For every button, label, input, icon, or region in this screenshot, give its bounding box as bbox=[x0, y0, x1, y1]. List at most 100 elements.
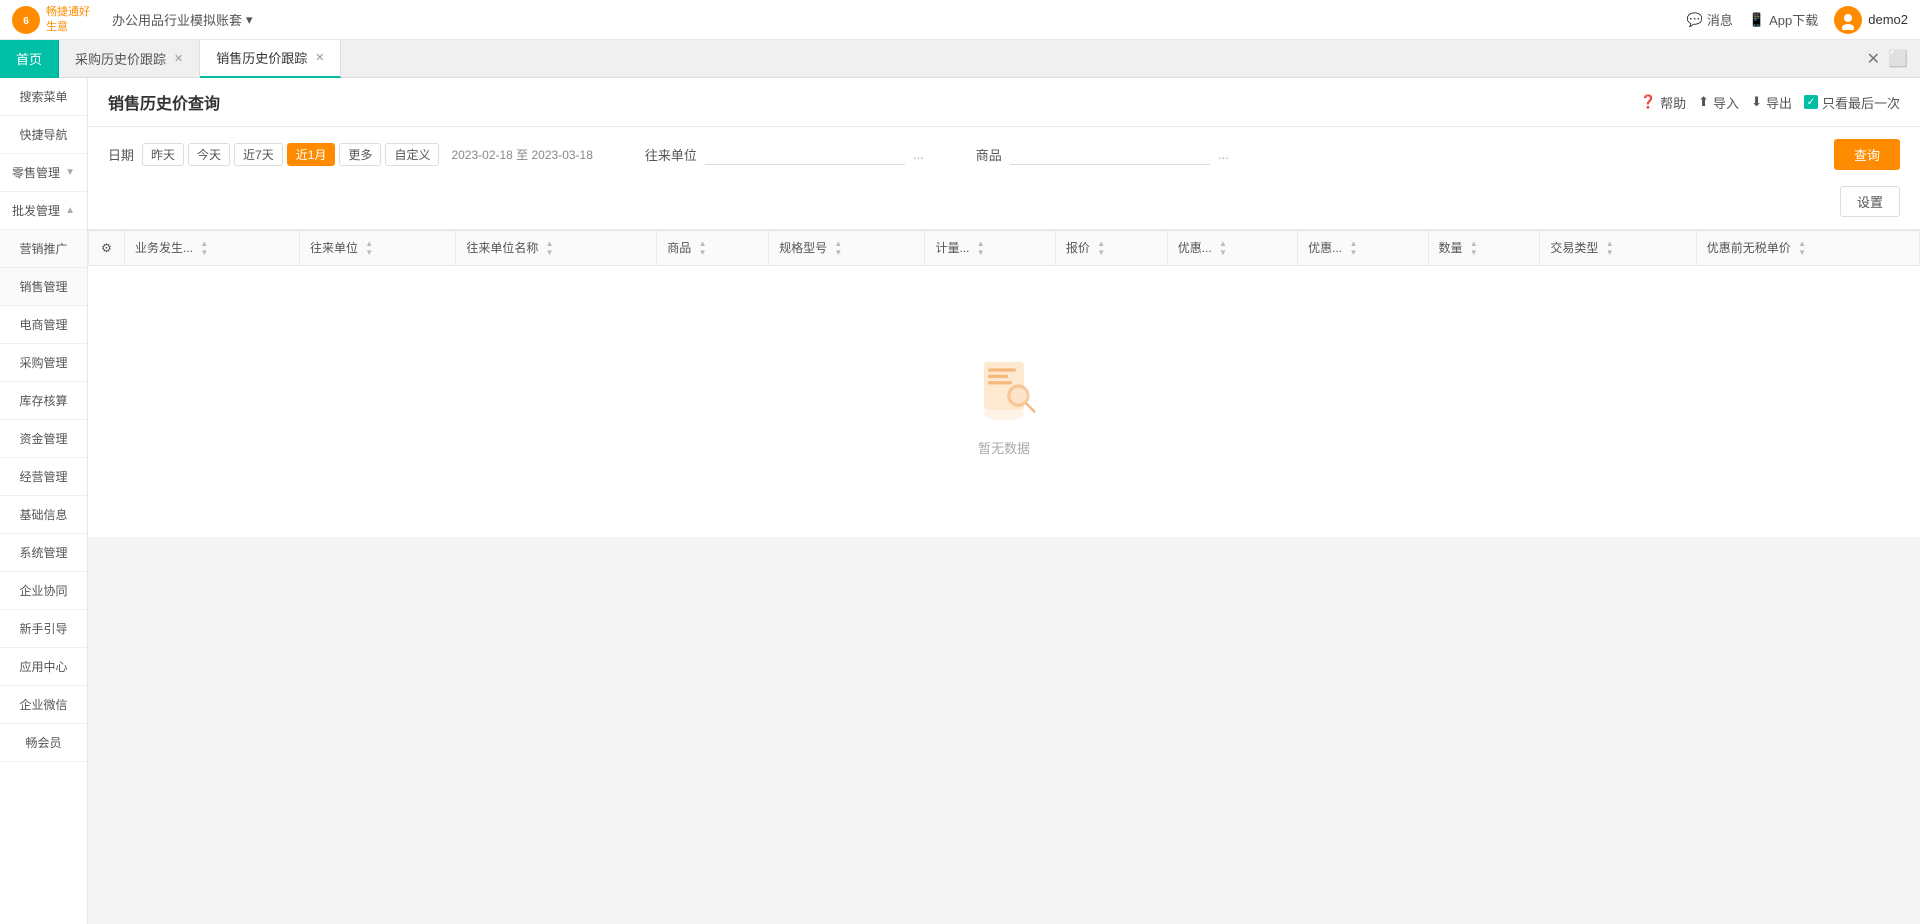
date-btn-custom[interactable]: 自定义 bbox=[385, 143, 439, 166]
sidebar-item-finance[interactable]: 资金管理 bbox=[0, 420, 87, 458]
sort-arrows-unit: ▲▼ bbox=[977, 240, 985, 257]
goods-dots[interactable]: ... bbox=[1218, 147, 1229, 162]
app-selector[interactable]: 办公用品行业模拟账套 ▾ bbox=[104, 10, 261, 29]
tab-sales[interactable]: 销售历史价跟踪 ✕ bbox=[200, 40, 341, 78]
close-tab-button[interactable]: ✕ bbox=[1867, 49, 1880, 69]
table-header-discount1[interactable]: 优惠... ▲▼ bbox=[1167, 231, 1297, 266]
table-header-partner-name[interactable]: 往来单位名称 ▲▼ bbox=[456, 231, 657, 266]
search-menu-label: 搜索菜单 bbox=[19, 88, 67, 105]
export-button[interactable]: ⬇ 导出 bbox=[1751, 93, 1792, 112]
purchase-mgmt-label: 采购管理 bbox=[19, 354, 67, 371]
sidebar-item-enterprise[interactable]: 企业协同 bbox=[0, 572, 87, 610]
user-area[interactable]: demo2 bbox=[1834, 6, 1908, 34]
query-button[interactable]: 查询 bbox=[1834, 139, 1900, 170]
date-btn-today[interactable]: 今天 bbox=[188, 143, 230, 166]
ecommerce-label: 电商管理 bbox=[19, 316, 67, 333]
goods-input[interactable] bbox=[1010, 145, 1210, 165]
home-label: 首页 bbox=[16, 49, 42, 68]
app-name: 办公用品行业模拟账套 bbox=[112, 10, 242, 29]
sidebar-item-retail[interactable]: 零售管理 ▼ bbox=[0, 154, 87, 192]
goods-filter: 商品 ... bbox=[976, 145, 1229, 165]
content-area: 销售历史价查询 ❓ 帮助 ⬆ 导入 ⬇ 导出 ✓ 只看最后一次 bbox=[88, 78, 1920, 924]
sidebar-item-ecommerce[interactable]: 电商管理 bbox=[0, 306, 87, 344]
filter-area: 日期 昨天 今天 近7天 近1月 更多 自定义 2023-02-18 至 202… bbox=[88, 127, 1920, 230]
app-download-button[interactable]: 📱 App下载 bbox=[1749, 10, 1818, 29]
table-header-unit[interactable]: 计量... ▲▼ bbox=[925, 231, 1055, 266]
tab-bar: 首页 采购历史价跟踪 ✕ 销售历史价跟踪 ✕ ✕ ⬜ bbox=[0, 40, 1920, 78]
table-header-settings[interactable]: ⚙ bbox=[89, 231, 125, 266]
finance-label: 资金管理 bbox=[19, 430, 67, 447]
sort-arrows-partner-name: ▲▼ bbox=[546, 240, 554, 257]
sidebar-item-quicknav[interactable]: 快捷导航 bbox=[0, 116, 87, 154]
wholesale-arrow-icon: ▲ bbox=[65, 205, 75, 216]
table-header-trade-type[interactable]: 交易类型 ▲▼ bbox=[1540, 231, 1696, 266]
user-name: demo2 bbox=[1868, 12, 1908, 27]
partner-dots[interactable]: ... bbox=[913, 147, 924, 162]
date-btn-more[interactable]: 更多 bbox=[339, 143, 381, 166]
retail-arrow-icon: ▼ bbox=[65, 167, 75, 178]
import-icon: ⬆ bbox=[1698, 94, 1709, 110]
svg-text:6: 6 bbox=[23, 16, 29, 27]
sidebar-item-guide[interactable]: 新手引导 bbox=[0, 610, 87, 648]
help-button[interactable]: ❓ 帮助 bbox=[1640, 93, 1686, 112]
import-button[interactable]: ⬆ 导入 bbox=[1698, 93, 1739, 112]
sort-arrows-quote: ▲▼ bbox=[1097, 240, 1105, 257]
table-header-pre-tax[interactable]: 优惠前无税单价 ▲▼ bbox=[1696, 231, 1919, 266]
logo-area: 6 畅捷通好生意 bbox=[12, 5, 96, 34]
table-header-qty[interactable]: 数量 ▲▼ bbox=[1428, 231, 1540, 266]
sidebar-item-inventory[interactable]: 库存核算 bbox=[0, 382, 87, 420]
tab-home[interactable]: 首页 bbox=[0, 40, 59, 78]
date-range-text: 2023-02-18 至 2023-03-18 bbox=[451, 146, 592, 163]
sidebar-item-wechat[interactable]: 企业微信 bbox=[0, 686, 87, 724]
sidebar-item-member[interactable]: 畅会员 bbox=[0, 724, 87, 762]
sidebar-item-sales-mgmt[interactable]: 销售管理 bbox=[0, 268, 87, 306]
table-header-quote[interactable]: 报价 ▲▼ bbox=[1055, 231, 1167, 266]
table-header-goods[interactable]: 商品 ▲▼ bbox=[657, 231, 769, 266]
date-btn-last7[interactable]: 近7天 bbox=[234, 143, 283, 166]
table-header-discount2[interactable]: 优惠... ▲▼ bbox=[1298, 231, 1428, 266]
purchase-tab-close[interactable]: ✕ bbox=[174, 52, 183, 65]
sidebar: 搜索菜单 快捷导航 零售管理 ▼ 批发管理 ▲ 营销推广 销售管理 电商管理 采… bbox=[0, 78, 88, 924]
empty-state: 暂无数据 bbox=[88, 266, 1920, 537]
apps-label: 应用中心 bbox=[19, 658, 67, 675]
date-btn-yesterday[interactable]: 昨天 bbox=[142, 143, 184, 166]
sort-arrows-partner: ▲▼ bbox=[365, 240, 373, 257]
sidebar-item-search[interactable]: 搜索菜单 bbox=[0, 78, 87, 116]
table-header-biz-date[interactable]: 业务发生... ▲▼ bbox=[125, 231, 300, 266]
sidebar-item-marketing[interactable]: 营销推广 bbox=[0, 230, 87, 268]
partner-label: 往来单位 bbox=[645, 145, 697, 164]
sidebar-item-purchase[interactable]: 采购管理 bbox=[0, 344, 87, 382]
only-last-checkbox[interactable]: ✓ 只看最后一次 bbox=[1804, 93, 1900, 112]
retail-label: 零售管理 bbox=[12, 164, 60, 181]
dropdown-icon: ▾ bbox=[246, 12, 253, 28]
operations-label: 经营管理 bbox=[19, 468, 67, 485]
sort-arrows-spec: ▲▼ bbox=[834, 240, 842, 257]
wholesale-label: 批发管理 bbox=[12, 202, 60, 219]
avatar bbox=[1834, 6, 1862, 34]
settings-button[interactable]: 设置 bbox=[1840, 186, 1900, 217]
sales-mgmt-label: 销售管理 bbox=[19, 278, 67, 295]
date-label: 日期 bbox=[108, 145, 134, 164]
sidebar-item-operations[interactable]: 经营管理 bbox=[0, 458, 87, 496]
sort-arrows-biz-date: ▲▼ bbox=[200, 240, 208, 257]
sidebar-item-apps[interactable]: 应用中心 bbox=[0, 648, 87, 686]
page-title: 销售历史价查询 bbox=[108, 90, 220, 114]
partner-input[interactable] bbox=[705, 145, 905, 165]
sort-arrows-discount2: ▲▼ bbox=[1349, 240, 1357, 257]
maximize-button[interactable]: ⬜ bbox=[1888, 49, 1908, 69]
tab-purchase[interactable]: 采购历史价跟踪 ✕ bbox=[59, 40, 200, 78]
table-settings-icon[interactable]: ⚙ bbox=[101, 241, 112, 255]
sidebar-item-system[interactable]: 系统管理 bbox=[0, 534, 87, 572]
date-btn-last1m[interactable]: 近1月 bbox=[287, 143, 336, 166]
table-header-spec[interactable]: 规格型号 ▲▼ bbox=[769, 231, 925, 266]
help-icon: ❓ bbox=[1640, 94, 1656, 110]
message-button[interactable]: 💬 消息 bbox=[1687, 10, 1733, 29]
sort-arrows-trade-type: ▲▼ bbox=[1606, 240, 1614, 257]
sidebar-item-wholesale[interactable]: 批发管理 ▲ bbox=[0, 192, 87, 230]
table-header-partner-code[interactable]: 往来单位 ▲▼ bbox=[299, 231, 455, 266]
sales-tab-close[interactable]: ✕ bbox=[315, 51, 324, 64]
table-container: ⚙ 业务发生... ▲▼ 往来单位 ▲▼ 往来单位名称 ▲▼ bbox=[88, 230, 1920, 537]
sidebar-item-basic[interactable]: 基础信息 bbox=[0, 496, 87, 534]
tab-bar-actions: ✕ ⬜ bbox=[1867, 49, 1920, 69]
member-label: 畅会员 bbox=[25, 734, 61, 751]
